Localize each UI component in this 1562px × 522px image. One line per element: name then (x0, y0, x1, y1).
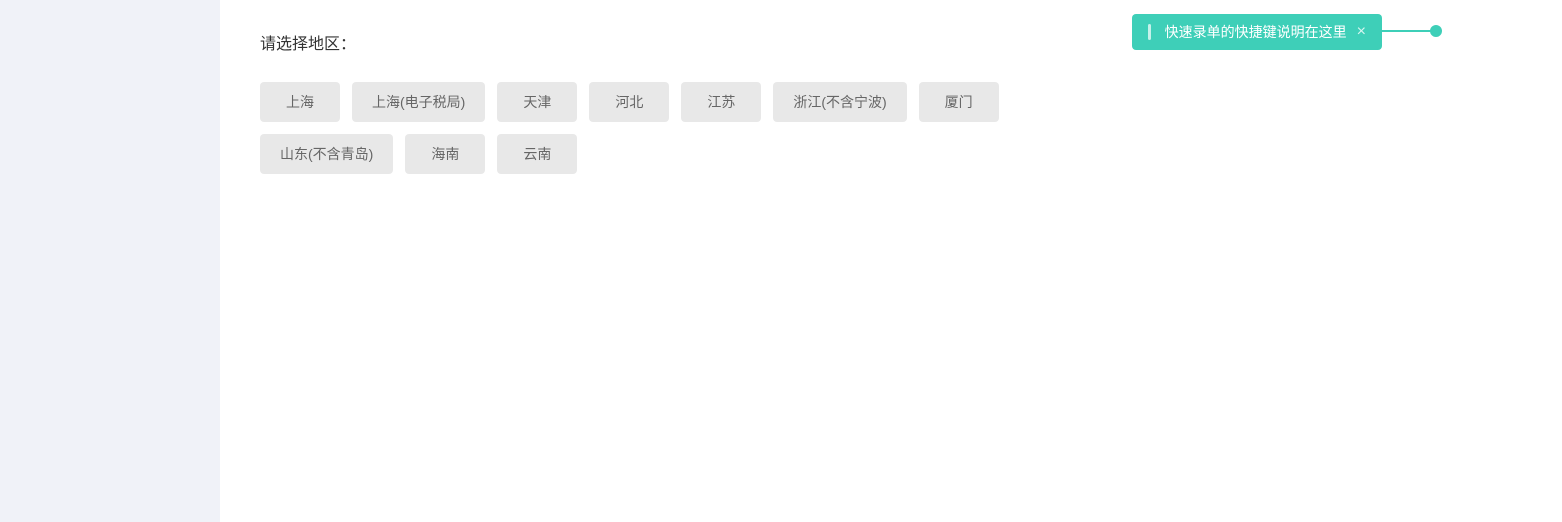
sidebar (0, 0, 220, 522)
region-button[interactable]: 江苏 (681, 82, 761, 122)
region-button[interactable]: 云南 (497, 134, 577, 174)
tooltip-close-button[interactable]: × (1357, 24, 1366, 40)
tooltip-connector-line (1382, 30, 1432, 32)
region-buttons-row1: 上海上海(电子税局) 天津河北江苏浙江(不含宁波) 厦门 (260, 82, 1522, 122)
region-button[interactable]: 河北 (589, 82, 669, 122)
tooltip-banner: 快速录单的快捷键说明在这里 × (1132, 14, 1382, 50)
region-button[interactable]: 山东(不含青岛) (260, 134, 393, 174)
region-button[interactable]: 海南 (405, 134, 485, 174)
region-button[interactable]: 上海 (260, 82, 340, 122)
tooltip-connector-dot (1430, 25, 1442, 37)
region-button[interactable]: 浙江(不含宁波) (773, 82, 906, 122)
region-button[interactable]: 天津 (497, 82, 577, 122)
tooltip-text: 快速录单的快捷键说明在这里 (1165, 22, 1347, 42)
region-buttons-row2: 山东(不含青岛) 海南云南 (260, 134, 1522, 174)
main-content: 请选择地区： 上海上海(电子税局)天津河北江苏浙江(不含宁波)厦门 山东(不含青… (220, 0, 1562, 522)
region-button[interactable]: 上海(电子税局) (352, 82, 485, 122)
region-button[interactable]: 厦门 (919, 82, 999, 122)
